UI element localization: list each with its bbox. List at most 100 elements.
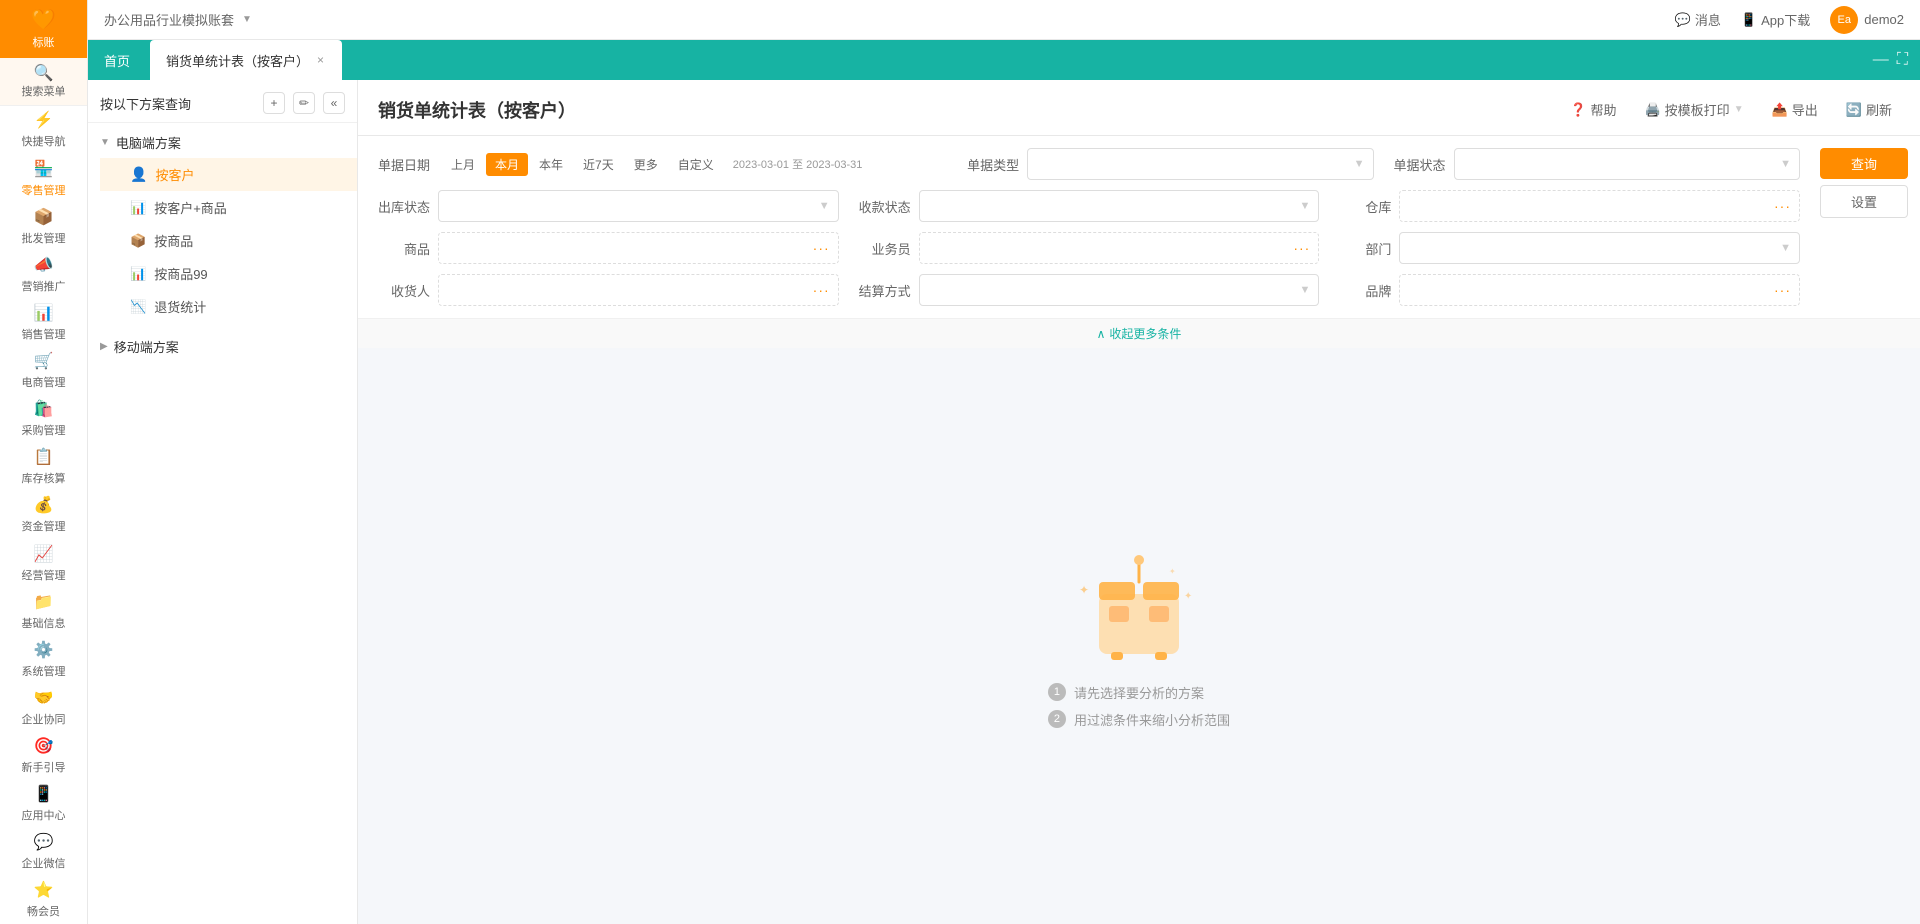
brand-label: 品牌: [1339, 281, 1399, 300]
brand-input[interactable]: ···: [1399, 274, 1800, 306]
main-area: 办公用品行业模拟账套 ▼ 💬 消息 📱 App下载 Ea demo2 首页: [88, 0, 1920, 924]
sidebar-item-basic[interactable]: 📁 基础信息: [0, 587, 88, 635]
print-btn[interactable]: 🖨️ 按模板打印 ▼: [1636, 96, 1751, 123]
salesperson-input[interactable]: ···: [919, 232, 1320, 264]
message-btn[interactable]: 💬 消息: [1675, 10, 1721, 29]
export-label: 导出: [1792, 100, 1818, 119]
export-btn[interactable]: 📤 导出: [1764, 96, 1826, 123]
app-download-icon: 📱: [1741, 12, 1757, 28]
sidebar-item-system[interactable]: ⚙️ 系统管理: [0, 635, 88, 683]
empty-hint-1: 1 请先选择要分析的方案: [1048, 683, 1230, 702]
date-tab-custom[interactable]: 自定义: [669, 153, 723, 176]
out-status-select[interactable]: ▼: [438, 190, 839, 222]
tab-close-icon[interactable]: ×: [315, 51, 326, 69]
member-icon: ⭐: [34, 880, 54, 900]
sidebar-item-member[interactable]: ⭐ 畅会员: [0, 876, 88, 924]
sidebar-item-wechat[interactable]: 💬 企业微信: [0, 828, 88, 876]
add-schema-btn[interactable]: +: [263, 92, 285, 114]
schema-item-by-customer[interactable]: 👤 按客户: [100, 158, 357, 191]
setting-button[interactable]: 设置: [1820, 185, 1908, 218]
warehouse-dots: ···: [1774, 198, 1791, 214]
sidebar-item-retail[interactable]: 🏪 零售管理: [0, 154, 88, 202]
inventory-icon: 📋: [34, 447, 54, 467]
more-label: 更多: [634, 158, 658, 172]
app-download-btn[interactable]: 📱 App下载: [1741, 10, 1810, 29]
sidebar-item-inventory[interactable]: 📋 库存核算: [0, 443, 88, 491]
date-tab-last-month[interactable]: 上月: [442, 153, 484, 176]
query-button[interactable]: 查询: [1820, 148, 1908, 179]
filter-item-brand: 品牌 ···: [1339, 274, 1800, 306]
date-tab-last-7[interactable]: 近7天: [574, 153, 623, 176]
empty-illustration: ✦ ✦ ✦: [1069, 544, 1209, 667]
marketing-label: 营销推广: [22, 278, 66, 294]
top-bar-right: 💬 消息 📱 App下载 Ea demo2: [1675, 6, 1904, 34]
schema-group-mobile-header[interactable]: ▶ 移动端方案: [88, 331, 357, 362]
right-content: 销货单统计表（按客户） ❓ 帮助 🖨️ 按模板打印 ▼ 📤 导出: [358, 80, 1920, 924]
search-menu-item[interactable]: 🔍 搜索菜单: [0, 58, 88, 106]
tab-maximize-icon[interactable]: ⛶: [1897, 51, 1908, 69]
print-icon: 🖨️: [1644, 102, 1660, 118]
collect-status-select[interactable]: ▼: [919, 190, 1320, 222]
by-product-icon: 📦: [130, 233, 146, 249]
sidebar-item-newguide[interactable]: 🎯 新手引导: [0, 732, 88, 780]
logo-text: 标账: [33, 34, 55, 50]
sidebar-item-ecommerce[interactable]: 🛒 电商管理: [0, 347, 88, 395]
sidebar-item-enterprise[interactable]: 🤝 企业协同: [0, 683, 88, 731]
refresh-label: 刷新: [1866, 100, 1892, 119]
workspace-dropdown-icon[interactable]: ▼: [242, 14, 252, 25]
date-tab-this-month[interactable]: 本月: [486, 153, 528, 176]
order-type-select[interactable]: ▼: [1027, 148, 1373, 180]
left-panel-actions: + ✏ «: [263, 92, 345, 114]
sidebar-item-wholesale[interactable]: 📦 批发管理: [0, 202, 88, 250]
department-select[interactable]: ▼: [1399, 232, 1800, 264]
sidebar-item-quick-nav[interactable]: ⚡ 快捷导航: [0, 106, 88, 154]
content-area: 按以下方案查询 + ✏ « ▼ 电脑端方案: [88, 80, 1920, 924]
purchase-icon: 🛍️: [34, 399, 54, 419]
schema-group-desktop-header[interactable]: ▼ 电脑端方案: [88, 127, 357, 158]
avatar-text: Ea: [1838, 14, 1851, 26]
collect-status-label: 收款状态: [859, 197, 919, 216]
schema-item-by-product-99[interactable]: 📊 按商品99: [100, 257, 357, 290]
svg-text:✦: ✦: [1169, 567, 1176, 576]
sidebar-item-marketing[interactable]: 📣 营销推广: [0, 250, 88, 298]
date-tab-more[interactable]: 更多: [625, 153, 667, 176]
filter-item-receiver: 收货人 ···: [378, 274, 839, 306]
tab-minimize-icon[interactable]: —: [1873, 51, 1889, 69]
message-label: 消息: [1695, 10, 1721, 29]
schema-group-desktop: ▼ 电脑端方案 👤 按客户 📊 按客户+商品 📦 按商品: [88, 123, 357, 327]
schema-item-by-product[interactable]: 📦 按商品: [100, 224, 357, 257]
schema-item-return-stats[interactable]: 📉 退货统计: [100, 290, 357, 323]
message-icon: 💬: [1675, 12, 1691, 28]
collapse-panel-btn[interactable]: «: [323, 92, 345, 114]
user-info[interactable]: Ea demo2: [1830, 6, 1904, 34]
receiver-input[interactable]: ···: [438, 274, 839, 306]
date-tab-this-year[interactable]: 本年: [530, 153, 572, 176]
sidebar-item-operations[interactable]: 📈 经营管理: [0, 539, 88, 587]
filter-main: 单据日期 上月 本月 本年: [358, 136, 1820, 318]
receiver-label: 收货人: [378, 281, 438, 300]
sidebar-item-sales[interactable]: 📊 销售管理: [0, 298, 88, 346]
refresh-btn[interactable]: 🔄 刷新: [1838, 96, 1900, 123]
operations-label: 经营管理: [22, 567, 66, 583]
help-btn[interactable]: ❓ 帮助: [1562, 96, 1624, 123]
sidebar-item-purchase[interactable]: 🛍️ 采购管理: [0, 395, 88, 443]
product-input[interactable]: ···: [438, 232, 839, 264]
order-status-select[interactable]: ▼: [1454, 148, 1800, 180]
sidebar-item-finance[interactable]: 💰 资金管理: [0, 491, 88, 539]
triangle-down-icon: ▼: [100, 137, 110, 148]
edit-schema-btn[interactable]: ✏: [293, 92, 315, 114]
warehouse-input[interactable]: ···: [1399, 190, 1800, 222]
left-panel-header: 按以下方案查询 + ✏ «: [88, 80, 357, 123]
schema-item-by-customer-product[interactable]: 📊 按客户+商品: [100, 191, 357, 224]
payment-select[interactable]: ▼: [919, 274, 1320, 306]
left-panel: 按以下方案查询 + ✏ « ▼ 电脑端方案: [88, 80, 358, 924]
sidebar-item-appcenter[interactable]: 📱 应用中心: [0, 780, 88, 828]
tab-active[interactable]: 销货单统计表（按客户） ×: [150, 40, 342, 80]
mobile-group-label: 移动端方案: [114, 337, 179, 356]
collapse-bar[interactable]: ∧ 收起更多条件: [358, 318, 1920, 348]
tab-home[interactable]: 首页: [88, 40, 146, 80]
app-logo[interactable]: 🧡 标账: [0, 0, 88, 58]
hint-num-2: 2: [1048, 710, 1066, 728]
wholesale-label: 批发管理: [22, 230, 66, 246]
wholesale-icon: 📦: [34, 207, 54, 227]
